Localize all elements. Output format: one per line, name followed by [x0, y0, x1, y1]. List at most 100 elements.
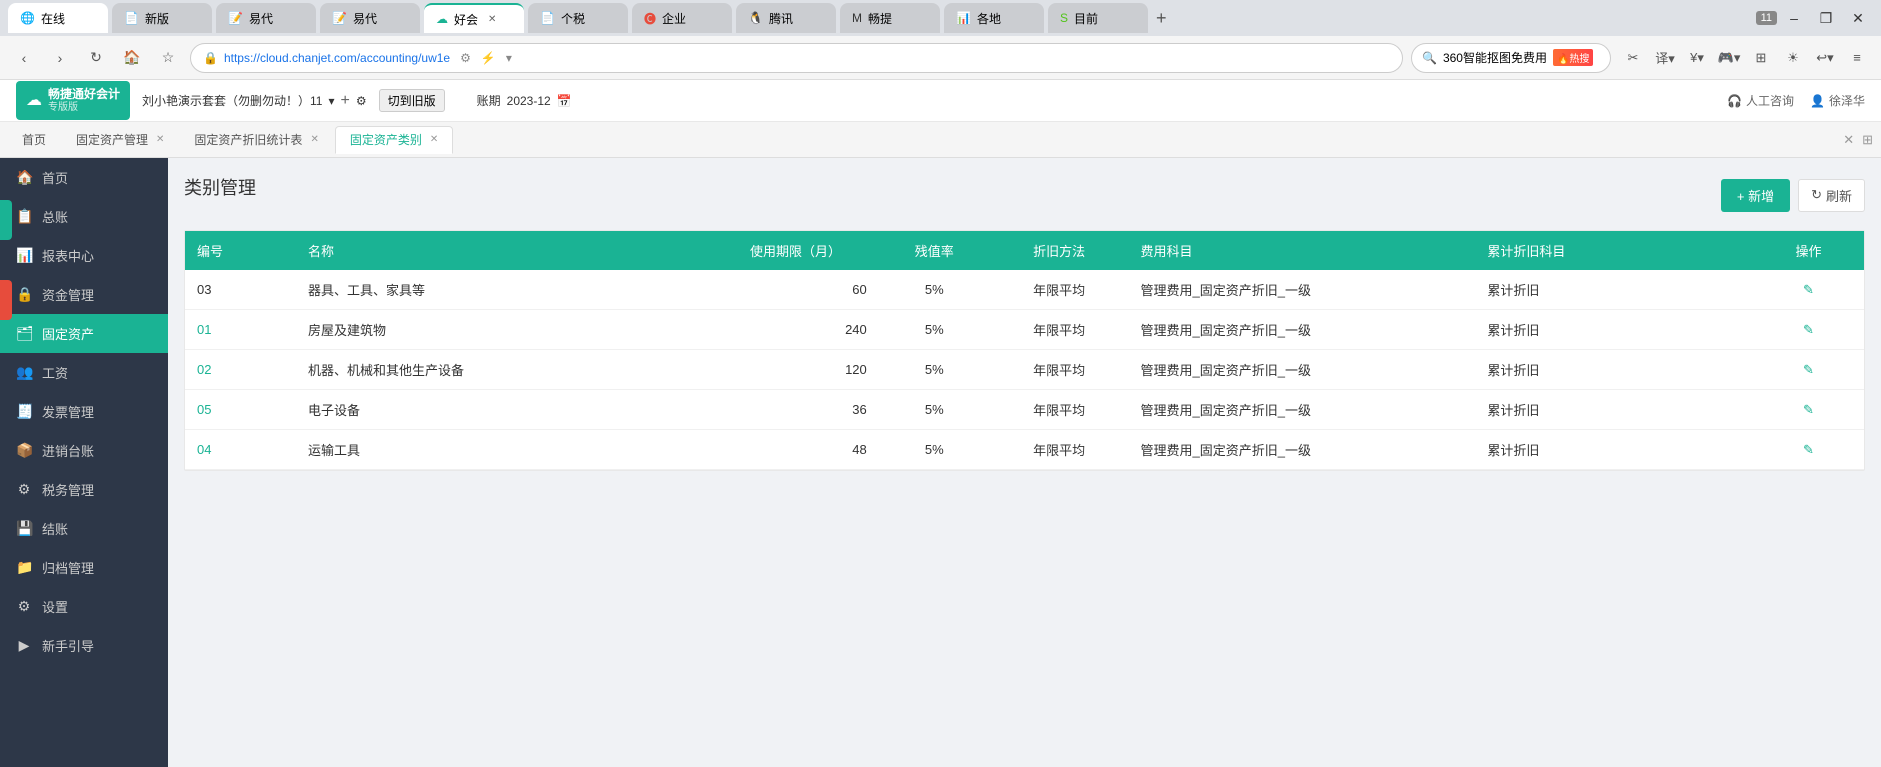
cut-tool[interactable]: ✂: [1619, 44, 1647, 72]
tab-home[interactable]: 首页: [8, 126, 60, 154]
row4-code-link[interactable]: 05: [197, 402, 211, 417]
restore-btn[interactable]: ❐: [1811, 3, 1841, 33]
th-period: 使用期限（月）: [712, 231, 879, 270]
row3-action[interactable]: ✎: [1753, 350, 1864, 390]
edit-icon-row1[interactable]: ✎: [1803, 282, 1814, 297]
settings-gear-icon[interactable]: ⚙: [356, 94, 367, 108]
side-tab-bottom[interactable]: [0, 280, 12, 320]
table-body: 03 器具、工具、家具等 60 5% 年限平均 管理费用_固定资产折旧_一级 累…: [185, 270, 1864, 470]
row5-code-link[interactable]: 04: [197, 442, 211, 457]
edit-icon-row2[interactable]: ✎: [1803, 322, 1814, 337]
browser-tab-enterprise[interactable]: 🅒 企业: [632, 3, 732, 33]
invoice-icon: 🧾: [16, 403, 32, 420]
row3-code-link[interactable]: 02: [197, 362, 211, 377]
sidebar-item-funds[interactable]: 🔒 资金管理: [0, 275, 168, 314]
row1-action[interactable]: ✎: [1753, 270, 1864, 310]
brightness-tool[interactable]: ☀: [1779, 44, 1807, 72]
sidebar-item-reports[interactable]: 📊 报表中心: [0, 236, 168, 275]
close-btn[interactable]: ✕: [1843, 3, 1873, 33]
funds-icon: 🔒: [16, 286, 32, 303]
sidebar-item-tax[interactable]: ⚙ 税务管理: [0, 470, 168, 509]
edit-icon-row5[interactable]: ✎: [1803, 442, 1814, 457]
translate-tool[interactable]: 译▾: [1651, 44, 1679, 72]
tab-fixed-asset-category[interactable]: 固定资产类别 ✕: [335, 126, 453, 154]
expand-panel-icon[interactable]: ⊞: [1862, 132, 1873, 148]
sidebar-item-home[interactable]: 🏠 首页: [0, 158, 168, 197]
sidebar-item-guide[interactable]: ▶ 新手引导: [0, 626, 168, 665]
close-depreciation-tab[interactable]: ✕: [310, 134, 318, 145]
browser-tab-new-label: 新版: [145, 10, 169, 27]
sidebar-item-invoice[interactable]: 🧾 发票管理: [0, 392, 168, 431]
row4-subject: 管理费用_固定资产折旧_一级: [1129, 390, 1476, 430]
row2-action[interactable]: ✎: [1753, 310, 1864, 350]
browser-tab-new[interactable]: 📄 新版: [112, 3, 212, 33]
close-panel-icon[interactable]: ✕: [1843, 132, 1854, 148]
nav-back[interactable]: ‹: [10, 44, 38, 72]
dropdown-arrow[interactable]: ▾: [328, 94, 334, 108]
nav-forward[interactable]: ›: [46, 44, 74, 72]
row5-rate: 5%: [879, 430, 990, 470]
url-text: https://cloud.chanjet.com/accounting/uw1…: [224, 51, 450, 65]
minimize-btn[interactable]: –: [1779, 3, 1809, 33]
browser-tab-enterprise-label: 企业: [662, 10, 686, 27]
calendar-icon[interactable]: 📅: [557, 94, 572, 108]
refresh-btn[interactable]: ↻ 刷新: [1798, 179, 1865, 212]
browser-tab-label: 在线: [41, 10, 65, 27]
menu-btn[interactable]: ≡: [1843, 44, 1871, 72]
browser-tab-changte[interactable]: M 畅提: [840, 3, 940, 33]
close-category-tab[interactable]: ✕: [430, 134, 438, 145]
row1-rate: 5%: [879, 270, 990, 310]
switch-to-old-btn[interactable]: 切到旧版: [379, 89, 445, 112]
tab-fixed-asset-mgmt[interactable]: 固定资产管理 ✕: [62, 126, 178, 154]
row5-action[interactable]: ✎: [1753, 430, 1864, 470]
edit-icon-row4[interactable]: ✎: [1803, 402, 1814, 417]
row5-code: 04: [185, 430, 296, 470]
logo-text-area: 畅捷通好会计 专版版: [48, 87, 120, 113]
browser-tab-yidai1[interactable]: 📝 易代: [216, 3, 316, 33]
add-account-btn[interactable]: +: [341, 92, 350, 110]
table-row: 05 电子设备 36 5% 年限平均 管理费用_固定资产折旧_一级 累计折旧 ✎: [185, 390, 1864, 430]
payroll-icon: 👥: [16, 364, 32, 381]
row4-action[interactable]: ✎: [1753, 390, 1864, 430]
boost-icon[interactable]: ⚡: [481, 51, 496, 65]
nav-home[interactable]: 🏠: [118, 44, 146, 72]
nav-bookmark[interactable]: ☆: [154, 44, 182, 72]
search-bar[interactable]: 🔍 360智能抠图免费用 🔥热搜: [1411, 43, 1611, 73]
edit-icon-row3[interactable]: ✎: [1803, 362, 1814, 377]
browser-tab-gedi[interactable]: 📊 各地: [944, 3, 1044, 33]
grid-tool[interactable]: ⊞: [1747, 44, 1775, 72]
address-bar[interactable]: 🔒 https://cloud.chanjet.com/accounting/u…: [190, 43, 1403, 73]
undo-tool[interactable]: ↩▾: [1811, 44, 1839, 72]
sidebar-item-settings[interactable]: ⚙ 设置: [0, 587, 168, 626]
settings-icon: ⚙: [16, 598, 32, 615]
tab-icon-tencent: 🐧: [748, 11, 763, 25]
tab-fixed-asset-depreciation[interactable]: 固定资产折旧统计表 ✕: [180, 126, 332, 154]
browser-tab-yidai2[interactable]: 📝 易代: [320, 3, 420, 33]
browser-tab-online[interactable]: 🌐 在线: [8, 3, 108, 33]
ai-consult-btn[interactable]: 🎧 人工咨询: [1727, 92, 1794, 109]
user-avatar[interactable]: 👤 徐泽华: [1810, 92, 1865, 109]
sidebar-item-payroll-label: 工资: [42, 363, 68, 382]
browser-tab-muqian[interactable]: S 目前: [1048, 3, 1148, 33]
site-info-btn[interactable]: ⚙: [460, 51, 471, 65]
close-fixed-asset-mgmt-tab[interactable]: ✕: [156, 134, 164, 145]
row2-code-link[interactable]: 01: [197, 322, 211, 337]
add-tab-btn[interactable]: +: [1156, 8, 1167, 29]
browser-tab-geshui[interactable]: 📄 个税: [528, 3, 628, 33]
content-header: 类别管理 + 新增 ↻ 刷新: [184, 174, 1865, 216]
sidebar-item-payroll[interactable]: 👥 工资: [0, 353, 168, 392]
yuan-tool[interactable]: ¥▾: [1683, 44, 1711, 72]
side-tab-top[interactable]: [0, 200, 12, 240]
sidebar-item-archive[interactable]: 📁 归档管理: [0, 548, 168, 587]
sidebar-item-settlement[interactable]: 💾 结账: [0, 509, 168, 548]
game-tool[interactable]: 🎮▾: [1715, 44, 1743, 72]
sidebar-item-fixed-assets[interactable]: 🗂 固定资产: [0, 314, 168, 353]
expand-btn[interactable]: ▾: [506, 51, 512, 65]
sidebar-item-inventory[interactable]: 📦 进销台账: [0, 431, 168, 470]
sidebar-item-ledger[interactable]: 📋 总账: [0, 197, 168, 236]
browser-tab-tencent[interactable]: 🐧 腾讯: [736, 3, 836, 33]
nav-refresh[interactable]: ↻: [82, 44, 110, 72]
browser-tab-haohui[interactable]: ☁ 好会 ✕: [424, 3, 524, 33]
add-category-btn[interactable]: + 新增: [1721, 179, 1790, 212]
close-haohui-tab[interactable]: ✕: [488, 14, 496, 25]
